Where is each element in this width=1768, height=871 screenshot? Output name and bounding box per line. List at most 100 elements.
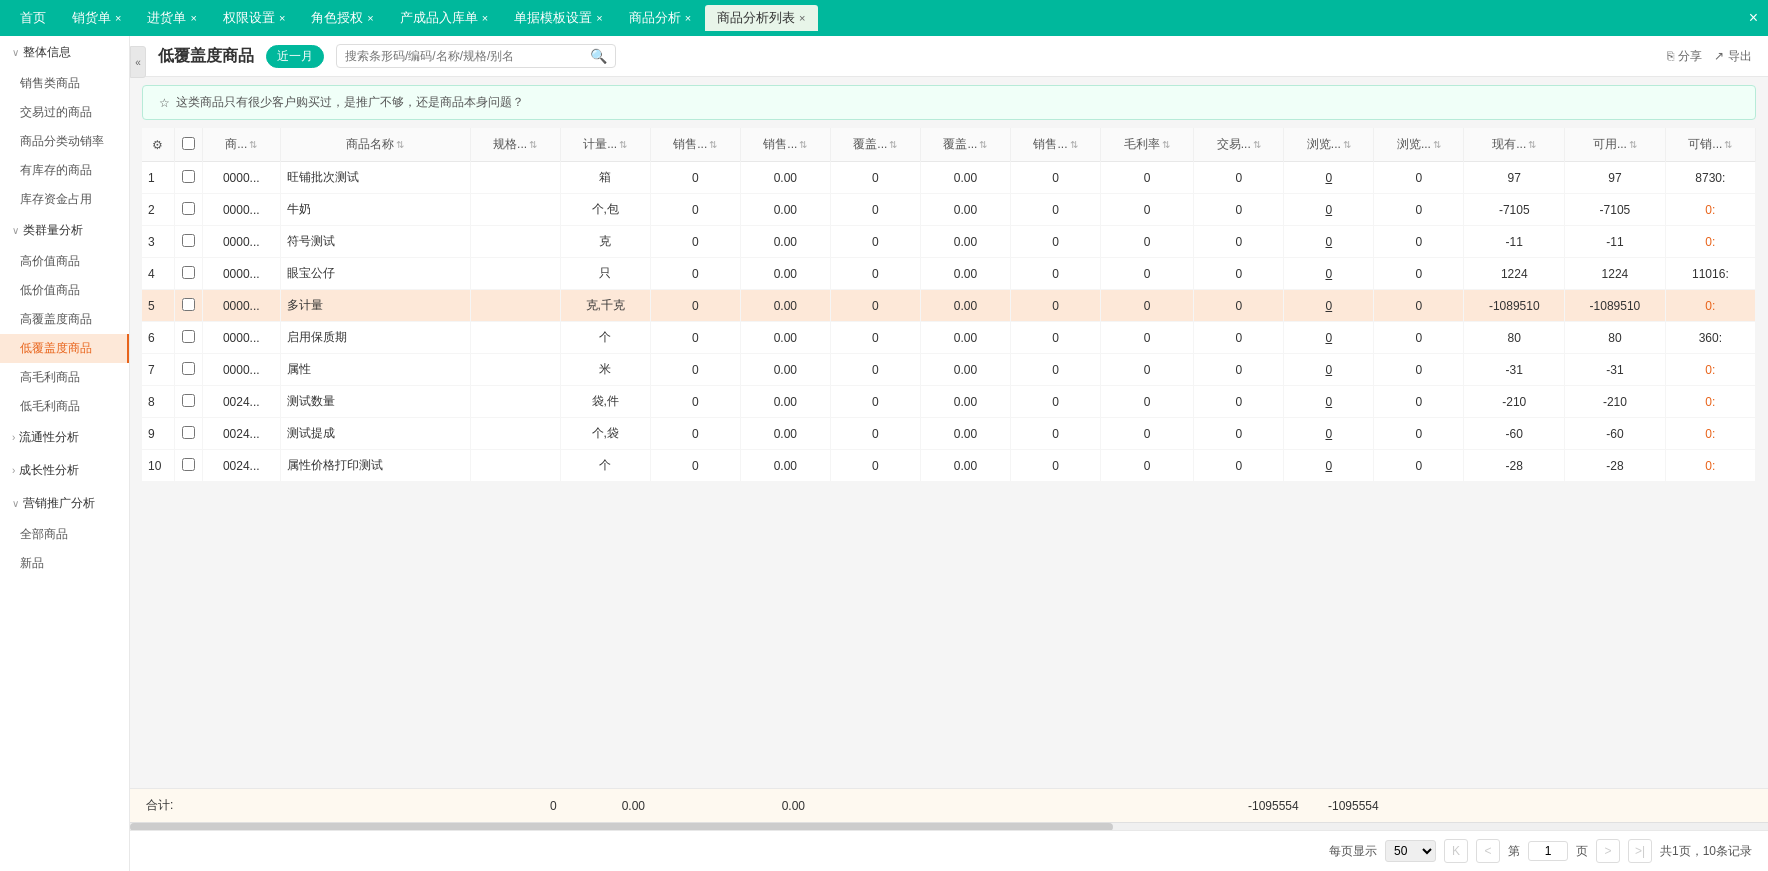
close-all-tabs-button[interactable]: × [1749,9,1758,27]
export-button[interactable]: ↗ 导出 [1714,48,1752,65]
nav-tab-product-close[interactable]: × [482,12,488,24]
nav-tab-analysis[interactable]: 商品分析 × [617,5,703,31]
td-checkbox[interactable] [174,418,202,450]
nav-tab-analysis-close[interactable]: × [685,12,691,24]
sidebar-item-new-goods[interactable]: 新品 [0,549,129,578]
td-browse1[interactable]: 0 [1284,258,1374,290]
nav-tab-template[interactable]: 单据模板设置 × [502,5,614,31]
td-checkbox[interactable] [174,290,202,322]
nav-tab-sales-close[interactable]: × [115,12,121,24]
nav-tab-template-close[interactable]: × [596,12,602,24]
td-checkbox[interactable] [174,226,202,258]
select-all-checkbox[interactable] [182,137,195,150]
sidebar-section-cluster[interactable]: ∨ 类群量分析 [0,214,129,247]
next-page-button[interactable]: > [1596,839,1620,863]
row-checkbox-4[interactable] [182,298,195,311]
sidebar-item-low-margin[interactable]: 低毛利商品 [0,392,129,421]
sidebar-item-high-value[interactable]: 高价值商品 [0,247,129,276]
sidebar-item-all-goods[interactable]: 全部商品 [0,520,129,549]
nav-tab-purchase[interactable]: 进货单 × [135,5,208,31]
td-checkbox[interactable] [174,450,202,482]
last-page-button[interactable]: >| [1628,839,1652,863]
sidebar-item-sales-goods[interactable]: 销售类商品 [0,69,129,98]
row-checkbox-2[interactable] [182,234,195,247]
prev-page-button[interactable]: < [1476,839,1500,863]
th-cover-cnt[interactable]: 覆盖...⇅ [830,128,920,162]
th-name[interactable]: 商品名称⇅ [281,128,471,162]
nav-tab-home[interactable]: 首页 [8,5,58,31]
nav-tab-role[interactable]: 角色授权 × [299,5,385,31]
td-browse1[interactable]: 0 [1284,450,1374,482]
th-code[interactable]: 商...⇅ [202,128,281,162]
first-page-button[interactable]: K [1444,839,1468,863]
th-gross-rate[interactable]: 毛利率⇅ [1101,128,1194,162]
th-sales-qty[interactable]: 销售...⇅ [650,128,740,162]
th-current-stock[interactable]: 现有...⇅ [1464,128,1565,162]
sidebar-item-category-rate[interactable]: 商品分类动销率 [0,127,129,156]
search-icon[interactable]: 🔍 [590,48,607,64]
th-cover-rate[interactable]: 覆盖...⇅ [920,128,1010,162]
th-saleable[interactable]: 可销...⇅ [1665,128,1755,162]
th-sales-cnt[interactable]: 销售...⇅ [1010,128,1100,162]
page-number-input[interactable] [1528,841,1568,861]
nav-tab-purchase-close[interactable]: × [190,12,196,24]
td-browse1[interactable]: 0 [1284,290,1374,322]
sidebar-section-overall[interactable]: ∨ 整体信息 [0,36,129,69]
row-checkbox-5[interactable] [182,330,195,343]
sidebar-section-flow[interactable]: › 流通性分析 [0,421,129,454]
td-browse1[interactable]: 0 [1284,162,1374,194]
filter-recent-month-button[interactable]: 近一月 [266,45,324,68]
td-browse1[interactable]: 0 [1284,418,1374,450]
row-checkbox-0[interactable] [182,170,195,183]
nav-tab-permission[interactable]: 权限设置 × [211,5,297,31]
row-checkbox-8[interactable] [182,426,195,439]
horizontal-scrollbar[interactable] [130,822,1768,830]
sidebar-collapse-button[interactable]: « [130,46,146,78]
sidebar-item-high-margin[interactable]: 高毛利商品 [0,363,129,392]
per-page-select[interactable]: 50 20 100 [1385,840,1436,862]
th-checkbox[interactable] [174,128,202,162]
nav-tab-analysis-list-close[interactable]: × [799,12,805,24]
th-browse2[interactable]: 浏览...⇅ [1374,128,1464,162]
td-browse1[interactable]: 0 [1284,354,1374,386]
row-checkbox-6[interactable] [182,362,195,375]
td-browse1[interactable]: 0 [1284,194,1374,226]
td-browse1[interactable]: 0 [1284,226,1374,258]
td-checkbox[interactable] [174,322,202,354]
td-checkbox[interactable] [174,386,202,418]
sidebar-item-traded-goods[interactable]: 交易过的商品 [0,98,129,127]
td-browse1[interactable]: 0 [1284,386,1374,418]
sidebar-item-low-coverage[interactable]: 低覆盖度商品 [0,334,129,363]
row-checkbox-9[interactable] [182,458,195,471]
td-checkbox[interactable] [174,258,202,290]
sidebar-section-marketing[interactable]: ∨ 营销推广分析 [0,487,129,520]
th-available[interactable]: 可用...⇅ [1565,128,1666,162]
th-unit[interactable]: 计量...⇅ [560,128,650,162]
sidebar-section-growth[interactable]: › 成长性分析 [0,454,129,487]
td-checkbox[interactable] [174,162,202,194]
settings-icon[interactable]: ⚙ [152,138,163,152]
td-checkbox[interactable] [174,354,202,386]
sidebar-item-low-value[interactable]: 低价值商品 [0,276,129,305]
th-spec[interactable]: 规格...⇅ [470,128,560,162]
table-wrapper[interactable]: ⚙ 商...⇅ 商品名称⇅ 规格...⇅ 计量...⇅ 销售...⇅ 销售...… [142,128,1756,788]
nav-tab-analysis-list[interactable]: 商品分析列表 × [705,5,817,31]
nav-tab-sales[interactable]: 销货单 × [60,5,133,31]
sidebar-item-in-stock[interactable]: 有库存的商品 [0,156,129,185]
th-settings[interactable]: ⚙ [142,128,174,162]
td-checkbox[interactable] [174,194,202,226]
nav-tab-permission-close[interactable]: × [279,12,285,24]
row-checkbox-1[interactable] [182,202,195,215]
search-input[interactable] [345,49,586,63]
row-checkbox-7[interactable] [182,394,195,407]
td-browse1[interactable]: 0 [1284,322,1374,354]
nav-tab-role-close[interactable]: × [367,12,373,24]
row-checkbox-3[interactable] [182,266,195,279]
sidebar-item-stock-capital[interactable]: 库存资金占用 [0,185,129,214]
nav-tab-product[interactable]: 产成品入库单 × [388,5,500,31]
sidebar-item-high-coverage[interactable]: 高覆盖度商品 [0,305,129,334]
th-browse1[interactable]: 浏览...⇅ [1284,128,1374,162]
th-sales-amt[interactable]: 销售...⇅ [740,128,830,162]
th-trans-cnt[interactable]: 交易...⇅ [1194,128,1284,162]
share-button[interactable]: ⎘ 分享 [1667,48,1702,65]
